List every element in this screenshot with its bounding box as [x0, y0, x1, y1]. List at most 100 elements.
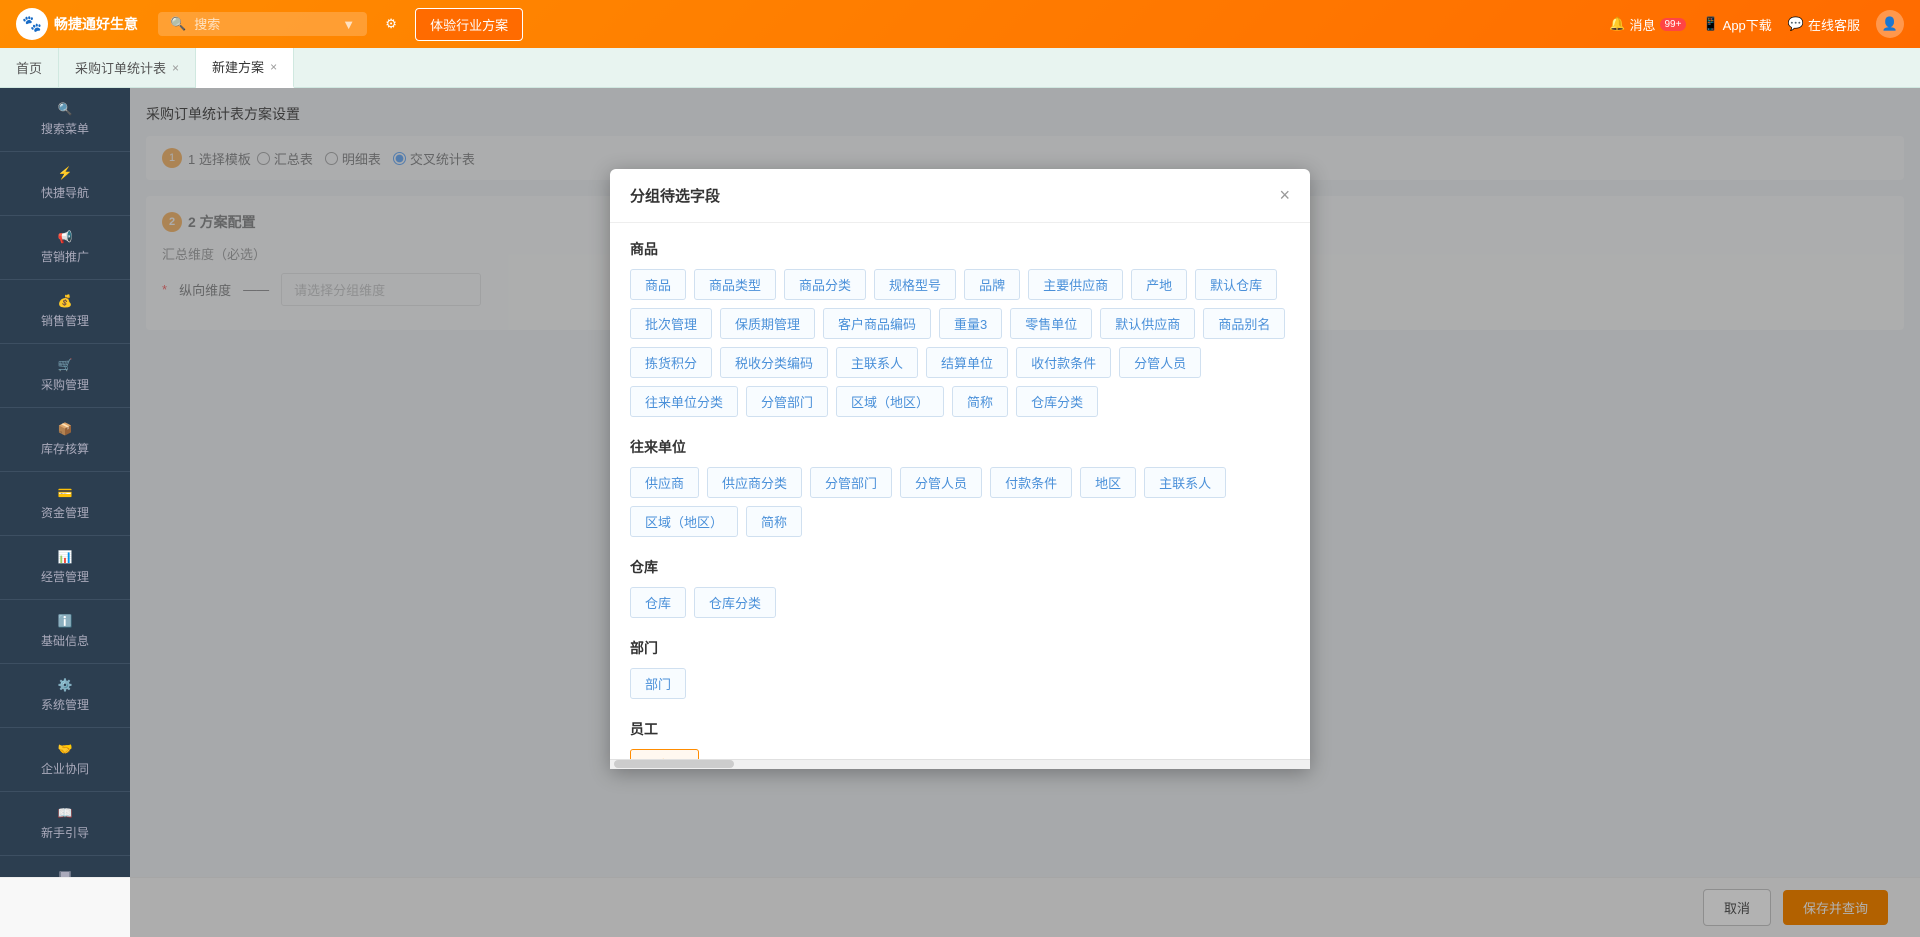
operations-icon: 📊 [58, 550, 73, 564]
section-department-fields: 部门 [630, 668, 1290, 699]
field-region[interactable]: 区域（地区） [836, 386, 944, 417]
field-supplier[interactable]: 供应商 [630, 467, 699, 498]
modal-close-button[interactable]: × [1279, 185, 1290, 206]
app-download-label: App下载 [1723, 15, 1772, 34]
notification-item[interactable]: 🔔 消息 99+ [1609, 15, 1686, 34]
field-default-supplier[interactable]: 默认供应商 [1100, 308, 1195, 339]
field-product-alias[interactable]: 商品别名 [1203, 308, 1285, 339]
basic-info-icon: ℹ️ [58, 614, 73, 628]
logo: 🐾 畅捷通好生意 [16, 8, 138, 40]
field-department[interactable]: 部门 [630, 668, 686, 699]
sidebar-item-finance[interactable]: 💳 资金管理 [0, 472, 130, 536]
section-product-title: 商品 [630, 239, 1290, 259]
field-select-modal: 分组待选字段 × 商品 商品 商品类型 商品分类 规格型号 品牌 主要供应商 产… [610, 169, 1310, 769]
section-department: 部门 部门 [630, 638, 1290, 699]
field-supplier-category[interactable]: 供应商分类 [707, 467, 802, 498]
field-settlement-unit[interactable]: 结算单位 [926, 347, 1008, 378]
finance-icon: 💳 [58, 486, 73, 500]
h-scroll-thumb[interactable] [614, 760, 734, 768]
nav-search-box[interactable]: 🔍 ▼ [158, 12, 367, 36]
sidebar-item-purchase[interactable]: 🛒 采购管理 [0, 344, 130, 408]
section-warehouse-title: 仓库 [630, 557, 1290, 577]
experience-button[interactable]: 体验行业方案 [415, 8, 523, 41]
sidebar-item-search[interactable]: 🔍 搜索菜单 [0, 88, 130, 152]
field-payment-terms[interactable]: 收付款条件 [1016, 347, 1111, 378]
field-product-category[interactable]: 商品分类 [784, 269, 866, 300]
field-sales-rep[interactable]: 业务员 [630, 749, 699, 760]
field-payment-condition[interactable]: 付款条件 [990, 467, 1072, 498]
field-main-contact[interactable]: 主联系人 [836, 347, 918, 378]
settings-button[interactable]: ⚙ [375, 8, 407, 40]
field-dept[interactable]: 分管部门 [746, 386, 828, 417]
tab-purchase-stats[interactable]: 采购订单统计表 × [59, 48, 196, 88]
field-origin[interactable]: 产地 [1131, 269, 1187, 300]
field-area[interactable]: 地区 [1080, 467, 1136, 498]
tab-home[interactable]: 首页 [0, 48, 59, 88]
top-navigation: 🐾 畅捷通好生意 🔍 ▼ ⚙ 体验行业方案 🔔 消息 99+ 📱 App下载 💬… [0, 0, 1920, 48]
field-warehouse-cat[interactable]: 仓库分类 [694, 587, 776, 618]
collab-icon: 🤝 [58, 742, 73, 756]
field-spec-model[interactable]: 规格型号 [874, 269, 956, 300]
field-batch-mgmt[interactable]: 批次管理 [630, 308, 712, 339]
avatar[interactable]: 👤 [1876, 10, 1904, 38]
sidebar-item-basic-info[interactable]: ℹ️ 基础信息 [0, 600, 130, 664]
section-employee-fields: 业务员 [630, 749, 1290, 760]
field-product[interactable]: 商品 [630, 269, 686, 300]
sidebar-finance-label: 资金管理 [41, 504, 89, 521]
sidebar-item-sales[interactable]: 💰 销售管理 [0, 280, 130, 344]
modal-header: 分组待选字段 × [610, 169, 1310, 223]
field-main-supplier[interactable]: 主要供应商 [1028, 269, 1123, 300]
sidebar-item-quick-nav[interactable]: ⚡ 快捷导航 [0, 152, 130, 216]
nav-right-area: 🔔 消息 99+ 📱 App下载 💬 在线客服 👤 [1609, 10, 1904, 38]
sidebar-search-label: 搜索菜单 [41, 120, 89, 137]
tab-purchase-close[interactable]: × [172, 61, 179, 75]
section-counterparty-title: 往来单位 [630, 437, 1290, 457]
purchase-icon: 🛒 [58, 358, 73, 372]
field-warehouse[interactable]: 仓库 [630, 587, 686, 618]
horizontal-scrollbar[interactable] [610, 759, 1310, 768]
sidebar-item-collab[interactable]: 🤝 企业协同 [0, 728, 130, 792]
sidebar-marketing-label: 营销推广 [41, 248, 89, 265]
field-supervise-dept[interactable]: 分管部门 [810, 467, 892, 498]
field-expiry-mgmt[interactable]: 保质期管理 [720, 308, 815, 339]
field-main-contact2[interactable]: 主联系人 [1144, 467, 1226, 498]
section-product: 商品 商品 商品类型 商品分类 规格型号 品牌 主要供应商 产地 默认仓库 批次… [630, 239, 1290, 417]
notification-label: 消息 [1629, 15, 1655, 34]
sidebar-purchase-label: 采购管理 [41, 376, 89, 393]
field-weight[interactable]: 重量3 [939, 308, 1002, 339]
app-download-item[interactable]: 📱 App下载 [1702, 15, 1771, 34]
section-employee: 员工 业务员 [630, 719, 1290, 760]
field-tax-code[interactable]: 税收分类编码 [720, 347, 828, 378]
sidebar-operations-label: 经营管理 [41, 568, 89, 585]
field-abbr2[interactable]: 简称 [746, 506, 802, 537]
sidebar-item-inventory[interactable]: 📦 库存核算 [0, 408, 130, 472]
field-pick-points[interactable]: 拣货积分 [630, 347, 712, 378]
tab-new-plan[interactable]: 新建方案 × [196, 48, 294, 88]
sidebar-guide-label: 新手引导 [41, 824, 89, 841]
field-customer-code[interactable]: 客户商品编码 [823, 308, 931, 339]
sidebar-item-guide[interactable]: 📖 新手引导 [0, 792, 130, 856]
field-region2[interactable]: 区域（地区） [630, 506, 738, 537]
sales-icon: 💰 [58, 294, 73, 308]
field-supervisor[interactable]: 分管人员 [1119, 347, 1201, 378]
field-retail-unit[interactable]: 零售单位 [1010, 308, 1092, 339]
field-product-type[interactable]: 商品类型 [694, 269, 776, 300]
online-service-item[interactable]: 💬 在线客服 [1788, 15, 1860, 34]
sidebar-collab-label: 企业协同 [41, 760, 89, 777]
inventory-icon: 📦 [58, 422, 73, 436]
sidebar-item-marketing[interactable]: 📢 营销推广 [0, 216, 130, 280]
modal-title: 分组待选字段 [630, 185, 720, 206]
field-supervise-person[interactable]: 分管人员 [900, 467, 982, 498]
tab-new-plan-close[interactable]: × [270, 60, 277, 74]
search-input[interactable] [194, 17, 334, 32]
field-warehouse-category[interactable]: 仓库分类 [1016, 386, 1098, 417]
bell-icon: 🔔 [1609, 16, 1625, 32]
sidebar-item-system[interactable]: ⚙️ 系统管理 [0, 664, 130, 728]
sidebar-item-operations[interactable]: 📊 经营管理 [0, 536, 130, 600]
field-abbr[interactable]: 简称 [952, 386, 1008, 417]
field-brand[interactable]: 品牌 [964, 269, 1020, 300]
field-default-warehouse[interactable]: 默认仓库 [1195, 269, 1277, 300]
search-menu-icon: 🔍 [58, 102, 73, 116]
tab-bar: 首页 采购订单统计表 × 新建方案 × [0, 48, 1920, 88]
field-counterparty-category[interactable]: 往来单位分类 [630, 386, 738, 417]
